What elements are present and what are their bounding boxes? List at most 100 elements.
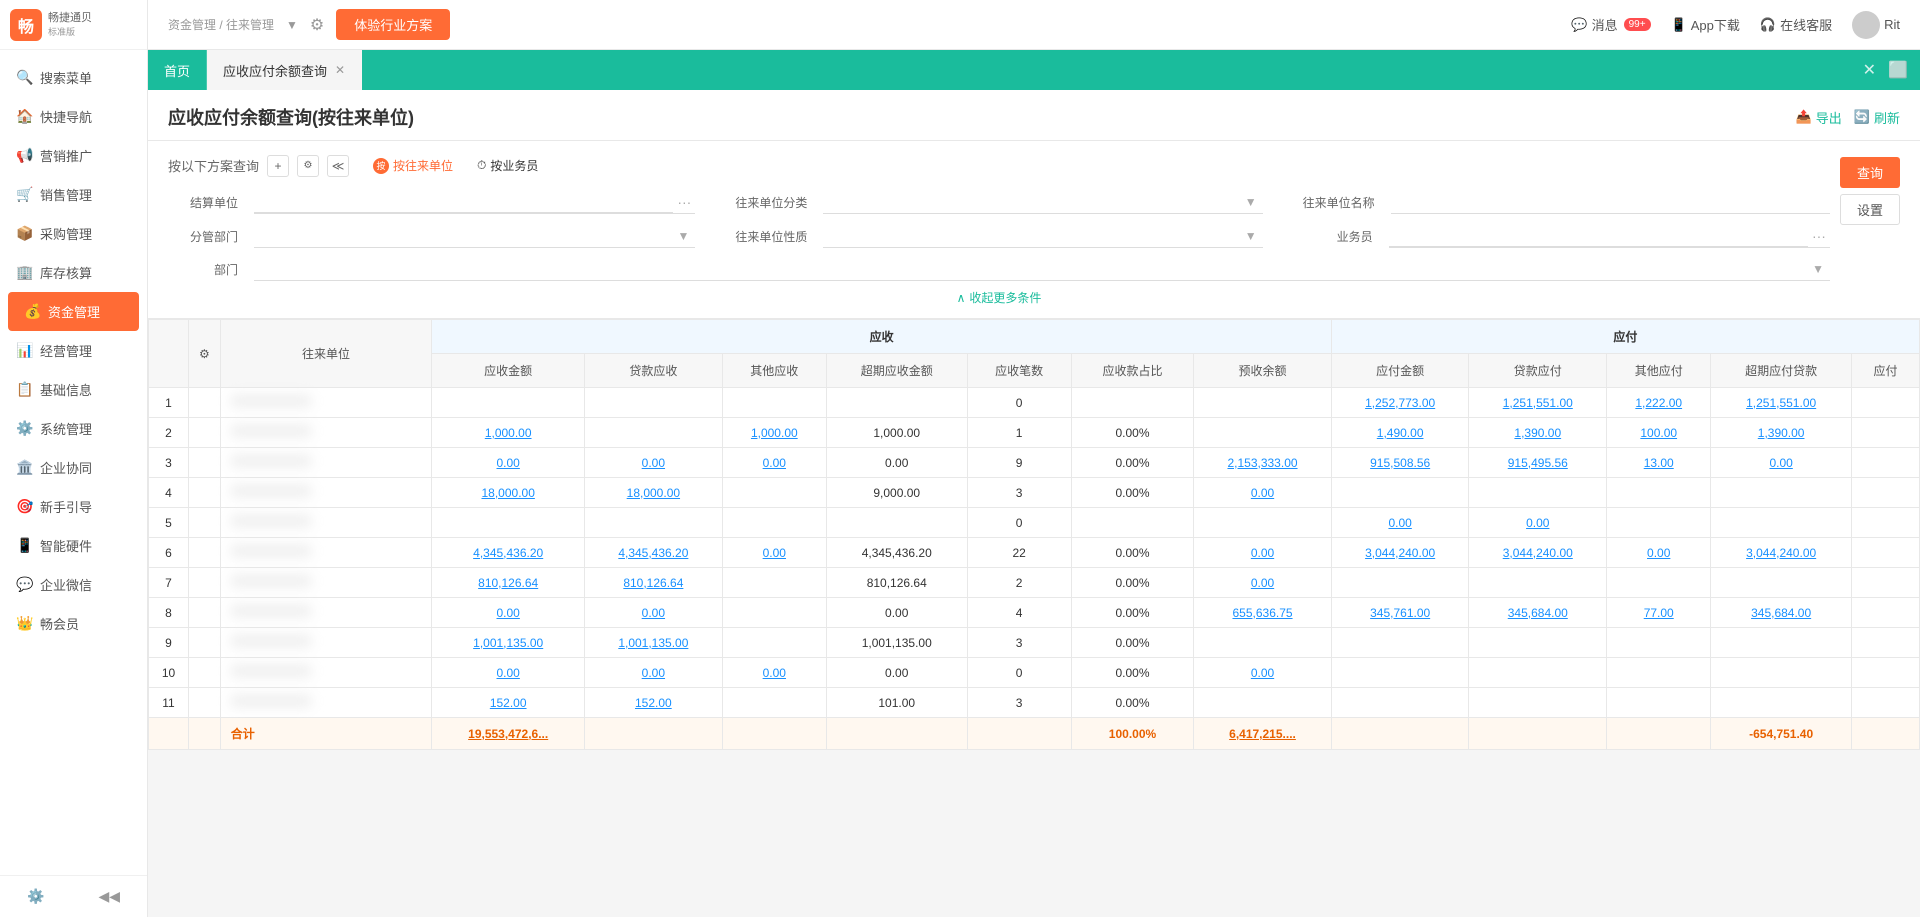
- row-other-receivable[interactable]: 0.00: [722, 538, 826, 568]
- unit-category-select[interactable]: ▼: [823, 191, 1262, 214]
- sidebar-item-nav[interactable]: 🏠 快捷导航: [0, 97, 147, 136]
- sidebar-item-purchase[interactable]: 📦 采购管理: [0, 214, 147, 253]
- row-prepaid-balance[interactable]: 655,636.75: [1194, 598, 1332, 628]
- row-receivable-amount[interactable]: 152.00: [432, 688, 585, 718]
- row-loan-payable[interactable]: 3,044,240.00: [1469, 538, 1607, 568]
- query-button[interactable]: 查询: [1840, 157, 1900, 188]
- row-other-receivable[interactable]: 0.00: [722, 448, 826, 478]
- total-receivable-amount[interactable]: 19,553,472,6...: [432, 718, 585, 750]
- sidebar-item-capital[interactable]: 💰 资金管理: [8, 292, 139, 331]
- scheme-by-staff[interactable]: ⏱ 按业务员: [469, 153, 546, 178]
- row-receivable-amount[interactable]: 0.00: [432, 598, 585, 628]
- row-overdue-payable[interactable]: 345,684.00: [1711, 598, 1852, 628]
- settlement-unit-input[interactable]: [254, 190, 673, 213]
- row-receivable-amount[interactable]: 1,001,135.00: [432, 628, 585, 658]
- settings-button[interactable]: 设置: [1840, 194, 1900, 225]
- total-prepaid-balance[interactable]: 6,417,215....: [1194, 718, 1332, 750]
- row-loan-payable[interactable]: 0.00: [1469, 508, 1607, 538]
- sidebar-item-marketing[interactable]: 📢 营销推广: [0, 136, 147, 175]
- row-receivable-amount[interactable]: 810,126.64: [432, 568, 585, 598]
- messages-button[interactable]: 💬 消息 99+: [1571, 15, 1650, 34]
- unit-nature-select[interactable]: ▼: [823, 225, 1262, 248]
- sidebar-item-enterprise[interactable]: 🏛️ 企业协同: [0, 448, 147, 487]
- row-payable-amount[interactable]: 1,252,773.00: [1331, 388, 1469, 418]
- row-loan-receivable[interactable]: 1,001,135.00: [585, 628, 723, 658]
- filter-collapse-btn[interactable]: ≪: [327, 155, 349, 177]
- row-loan-receivable[interactable]: 0.00: [585, 448, 723, 478]
- row-loan-receivable[interactable]: 4,345,436.20: [585, 538, 723, 568]
- row-receivable-amount[interactable]: 0.00: [432, 448, 585, 478]
- tab-balance[interactable]: 应收应付余额查询 ✕: [207, 50, 362, 90]
- sidebar-item-search[interactable]: 🔍 搜索菜单: [0, 58, 147, 97]
- row-other-payable[interactable]: 13.00: [1607, 448, 1711, 478]
- sidebar-item-hardware[interactable]: 📱 智能硬件: [0, 526, 147, 565]
- row-prepaid-balance[interactable]: 0.00: [1194, 538, 1332, 568]
- user-menu[interactable]: Rit: [1852, 11, 1900, 39]
- industry-solution-button[interactable]: 体验行业方案: [336, 9, 450, 40]
- row-other-payable[interactable]: 1,222.00: [1607, 388, 1711, 418]
- export-button[interactable]: 📤 导出: [1796, 108, 1842, 127]
- sidebar-settings-btn[interactable]: ⚙️: [27, 888, 44, 905]
- row-loan-receivable[interactable]: 18,000.00: [585, 478, 723, 508]
- row-receivable-amount[interactable]: 1,000.00: [432, 418, 585, 448]
- row-payable-amount[interactable]: 345,761.00: [1331, 598, 1469, 628]
- sidebar-item-guide[interactable]: 🎯 新手引导: [0, 487, 147, 526]
- unit-name-input[interactable]: [1391, 191, 1830, 214]
- sidebar-item-sales[interactable]: 🛒 销售管理: [0, 175, 147, 214]
- sidebar-item-inventory[interactable]: 🏢 库存核算: [0, 253, 147, 292]
- row-loan-payable[interactable]: 1,390.00: [1469, 418, 1607, 448]
- row-loan-receivable[interactable]: 0.00: [585, 658, 723, 688]
- row-loan-receivable[interactable]: 152.00: [585, 688, 723, 718]
- tab-close-icon[interactable]: ✕: [335, 63, 345, 77]
- row-loan-payable[interactable]: 1,251,551.00: [1469, 388, 1607, 418]
- row-overdue-payable[interactable]: 1,251,551.00: [1711, 388, 1852, 418]
- row-other-payable[interactable]: 77.00: [1607, 598, 1711, 628]
- gear-icon[interactable]: ⚙: [310, 15, 324, 35]
- row-other-payable[interactable]: 0.00: [1607, 538, 1711, 568]
- department-select[interactable]: ▼: [254, 258, 1830, 281]
- row-overdue-payable[interactable]: 1,390.00: [1711, 418, 1852, 448]
- sidebar-item-member[interactable]: 👑 畅会员: [0, 604, 147, 643]
- row-overdue-payable[interactable]: 3,044,240.00: [1711, 538, 1852, 568]
- row-payable-amount[interactable]: 915,508.56: [1331, 448, 1469, 478]
- row-other-receivable[interactable]: 1,000.00: [722, 418, 826, 448]
- sidebar-item-system[interactable]: ⚙️ 系统管理: [0, 409, 147, 448]
- settlement-dots-icon[interactable]: ···: [673, 194, 695, 210]
- scheme-by-unit[interactable]: 按 按往来单位: [365, 153, 461, 178]
- maximize-icon[interactable]: ⬜: [1888, 60, 1908, 80]
- tab-home[interactable]: 首页: [148, 50, 207, 90]
- row-prepaid-balance[interactable]: 0.00: [1194, 568, 1332, 598]
- sidebar-item-wechat[interactable]: 💬 企业微信: [0, 565, 147, 604]
- filter-settings-btn[interactable]: ⚙: [297, 155, 319, 177]
- app-download-button[interactable]: 📱 App下载: [1671, 15, 1740, 34]
- row-payable-amount[interactable]: 1,490.00: [1331, 418, 1469, 448]
- row-overdue-payable[interactable]: 0.00: [1711, 448, 1852, 478]
- sidebar-collapse-btn[interactable]: ◀◀: [98, 888, 120, 905]
- row-prepaid-balance[interactable]: 0.00: [1194, 658, 1332, 688]
- sidebar-item-basic[interactable]: 📋 基础信息: [0, 370, 147, 409]
- row-other-receivable[interactable]: 0.00: [722, 658, 826, 688]
- row-receivable-amount[interactable]: 4,345,436.20: [432, 538, 585, 568]
- row-loan-payable[interactable]: 915,495.56: [1469, 448, 1607, 478]
- dropdown-icon[interactable]: ▼: [286, 18, 298, 32]
- sidebar-item-operations[interactable]: 📊 经营管理: [0, 331, 147, 370]
- row-receivable-amount[interactable]: 0.00: [432, 658, 585, 688]
- row-payable-amount[interactable]: 3,044,240.00: [1331, 538, 1469, 568]
- row-loan-receivable[interactable]: 0.00: [585, 598, 723, 628]
- table-header-settings[interactable]: ⚙: [189, 320, 221, 388]
- row-loan-payable[interactable]: 345,684.00: [1469, 598, 1607, 628]
- collapse-more-conditions[interactable]: ∧ 收起更多条件: [168, 289, 1830, 306]
- row-receivable-amount[interactable]: 18,000.00: [432, 478, 585, 508]
- filter-add-btn[interactable]: +: [267, 155, 289, 177]
- salesperson-input[interactable]: [1389, 224, 1808, 247]
- dept-manager-select[interactable]: ▼: [254, 225, 695, 248]
- refresh-button[interactable]: 🔄 刷新: [1854, 108, 1900, 127]
- close-window-icon[interactable]: ✕: [1863, 60, 1876, 80]
- row-payable-amount[interactable]: 0.00: [1331, 508, 1469, 538]
- online-service-button[interactable]: 🎧 在线客服: [1760, 15, 1832, 34]
- row-prepaid-balance[interactable]: 0.00: [1194, 478, 1332, 508]
- salesperson-dots-icon[interactable]: ···: [1808, 228, 1830, 244]
- row-loan-receivable[interactable]: 810,126.64: [585, 568, 723, 598]
- row-other-payable[interactable]: 100.00: [1607, 418, 1711, 448]
- row-prepaid-balance[interactable]: 2,153,333.00: [1194, 448, 1332, 478]
